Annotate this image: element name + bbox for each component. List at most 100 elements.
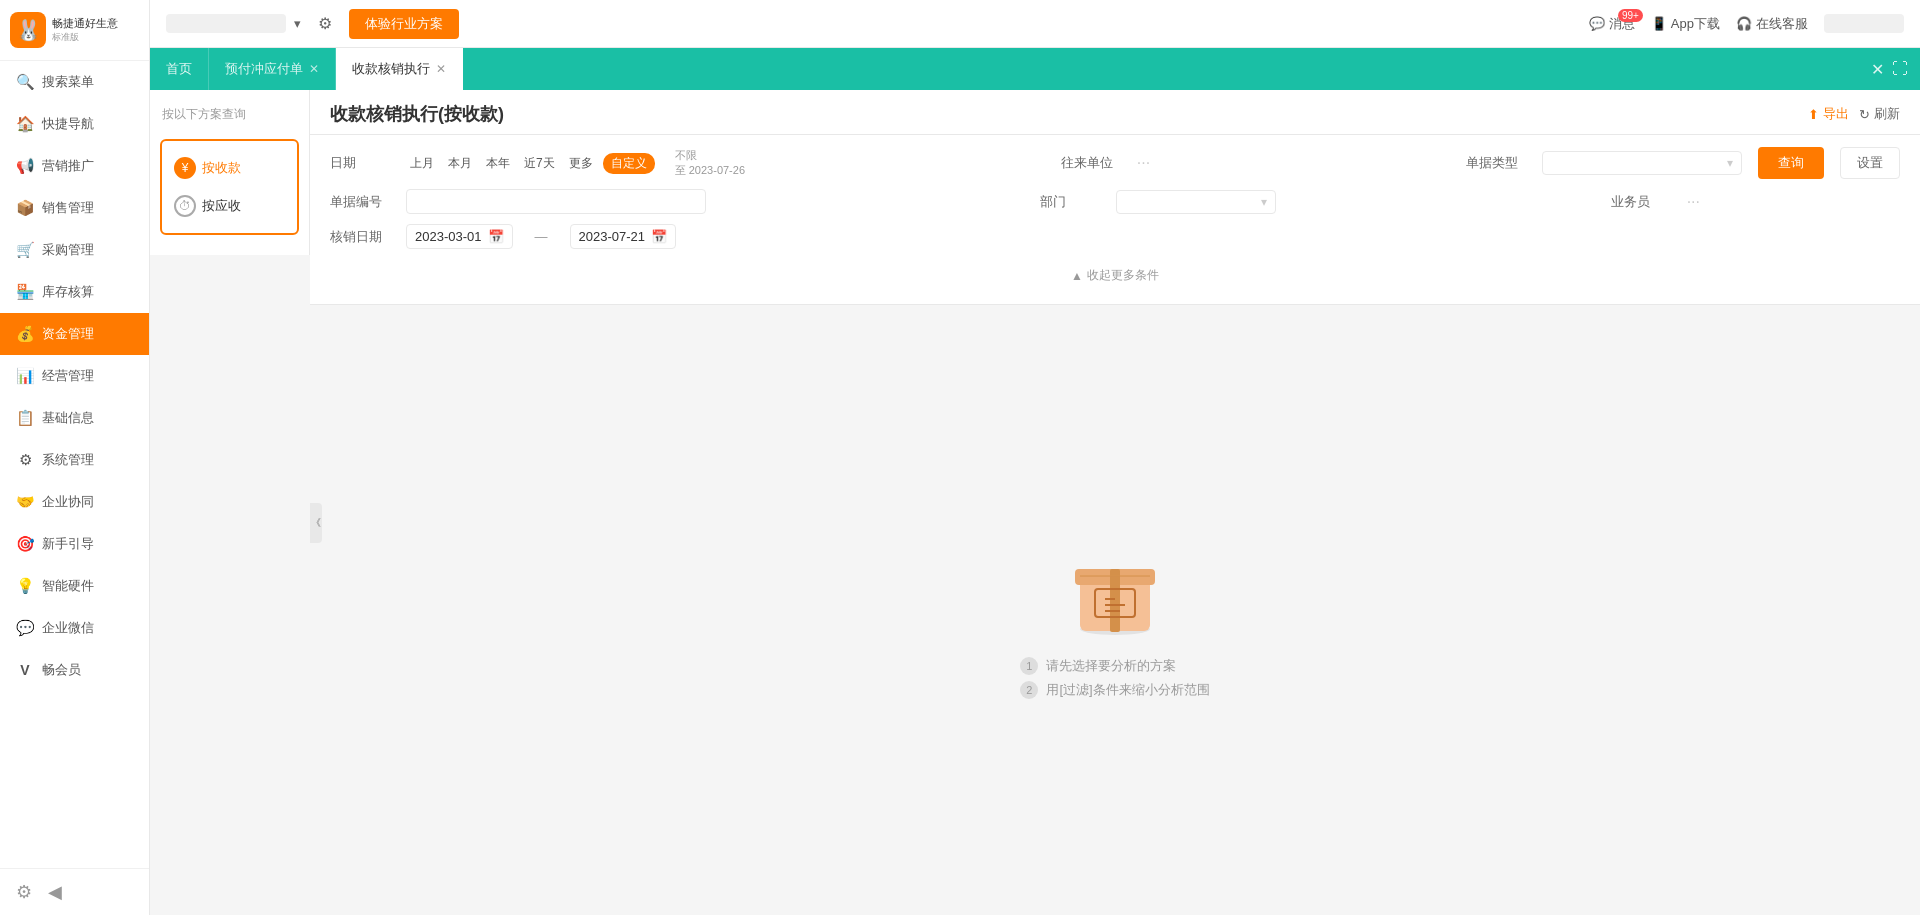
sidebar-item-purchase[interactable]: 🛒 采购管理: [0, 229, 149, 271]
date-to: 至 2023-07-26: [675, 163, 745, 178]
app-download-button[interactable]: 📱 App下载: [1651, 15, 1720, 33]
sales-icon: 📦: [16, 199, 34, 217]
sidebar-collapse-icon[interactable]: ◀: [48, 881, 62, 903]
sidebar-item-inventory[interactable]: 🏪 库存核算: [0, 271, 149, 313]
tab-close-receivable[interactable]: ✕: [436, 62, 446, 76]
sidebar-item-search-menu[interactable]: 🔍 搜索菜单: [0, 61, 149, 103]
filter-panel: 按以下方案查询 ¥ 按收款 ⏱ 按应收: [150, 90, 310, 255]
verify-date-start[interactable]: 2023-03-01 📅: [406, 224, 513, 249]
tab-close-prepay[interactable]: ✕: [309, 62, 319, 76]
receivable-icon: ⏱: [174, 195, 196, 217]
date-label: 日期: [330, 154, 390, 172]
settings-gear-button[interactable]: ⚙: [309, 8, 341, 40]
account-selector[interactable]: [166, 14, 286, 33]
sidebar-item-enterprise-collab[interactable]: 🤝 企业协同: [0, 481, 149, 523]
doc-no-input-wrapper[interactable]: [406, 189, 706, 214]
sidebar-item-sales[interactable]: 📦 销售管理: [0, 187, 149, 229]
sidebar-item-smart-hardware[interactable]: 💡 智能硬件: [0, 565, 149, 607]
date-more[interactable]: 更多: [565, 153, 597, 174]
date-7days[interactable]: 近7天: [520, 153, 559, 174]
query-button[interactable]: 查询: [1758, 147, 1824, 179]
sidebar-item-finance[interactable]: 💰 资金管理: [0, 313, 149, 355]
tab-receivable-offset[interactable]: 收款核销执行 ✕: [336, 48, 463, 90]
empty-state: 1 请先选择要分析的方案 2 用[过滤]条件来缩小分析范围: [310, 305, 1920, 915]
date-last-month[interactable]: 上月: [406, 153, 438, 174]
sidebar-item-basic-info[interactable]: 📋 基础信息: [0, 397, 149, 439]
inventory-icon: 🏪: [16, 283, 34, 301]
collapse-more-btn[interactable]: ▲ 收起更多条件: [330, 259, 1900, 292]
main-wrapper: ▾ ⚙ 体验行业方案 💬 消息 99+ 📱 App下载 🎧 在线客服 首: [150, 0, 1920, 915]
tab-home[interactable]: 首页: [150, 48, 209, 90]
empty-illustration: [1055, 521, 1175, 641]
settings-button[interactable]: 设置: [1840, 147, 1900, 179]
date-custom[interactable]: 自定义: [603, 153, 655, 174]
doc-no-input[interactable]: [415, 194, 697, 209]
quick-nav-icon: 🏠: [16, 115, 34, 133]
sidebar-item-vip-member[interactable]: V 畅会员: [0, 649, 149, 691]
system-icon: ⚙: [16, 451, 34, 469]
refresh-button[interactable]: ↻ 刷新: [1859, 105, 1900, 123]
counterparty-label: 往来单位: [1061, 154, 1121, 172]
sidebar-item-marketing[interactable]: 📢 营销推广: [0, 145, 149, 187]
filter-row-2: 单据编号 部门 ▾ 业务员 ···: [330, 189, 1900, 214]
page-title-row: 收款核销执行(按收款) ⬆ 导出 ↻ 刷新: [330, 102, 1900, 126]
tabbar: 首页 预付冲应付单 ✕ 收款核销执行 ✕ ✕ ⛶: [150, 48, 1920, 90]
sidebar-item-operations[interactable]: 📊 经营管理: [0, 355, 149, 397]
counterparty-dots[interactable]: ···: [1137, 154, 1150, 172]
salesperson-dots[interactable]: ···: [1687, 193, 1700, 211]
message-icon: 💬: [1589, 16, 1605, 31]
verify-date-end[interactable]: 2023-07-21 📅: [570, 224, 677, 249]
department-label: 部门: [1040, 193, 1100, 211]
filter-by-receivable[interactable]: ⏱ 按应收: [162, 187, 297, 225]
department-select[interactable]: ▾: [1116, 190, 1276, 214]
sidebar-nav: 🔍 搜索菜单 🏠 快捷导航 📢 营销推广 📦 销售管理 🛒 采购管理 🏪 库存核…: [0, 61, 149, 868]
page-title: 收款核销执行(按收款): [330, 102, 504, 126]
vip-member-icon: V: [16, 661, 34, 679]
date-this-month[interactable]: 本月: [444, 153, 476, 174]
sidebar-item-beginner-guide[interactable]: 🎯 新手引导: [0, 523, 149, 565]
tab-restore-icon[interactable]: ⛶: [1892, 60, 1908, 78]
account-dropdown-arrow[interactable]: ▾: [294, 16, 301, 31]
tab-prepay-conflict[interactable]: 预付冲应付单 ✕: [209, 48, 336, 90]
user-info[interactable]: [1824, 14, 1904, 33]
customer-service-button[interactable]: 🎧 在线客服: [1736, 15, 1808, 33]
search-form: 日期 上月 本月 本年 近7天 更多 自定义 不限 至 2023-07-26: [310, 135, 1920, 305]
doc-type-label: 单据类型: [1466, 154, 1526, 172]
page-header-actions: ⬆ 导出 ↻ 刷新: [1808, 105, 1900, 123]
tab-close-icon[interactable]: ✕: [1871, 60, 1884, 79]
enterprise-collab-icon: 🤝: [16, 493, 34, 511]
messages-badge: 99+: [1618, 9, 1643, 22]
sidebar-item-system[interactable]: ⚙ 系统管理: [0, 439, 149, 481]
beginner-guide-icon: 🎯: [16, 535, 34, 553]
purchase-icon: 🛒: [16, 241, 34, 259]
topbar-left: ▾ ⚙ 体验行业方案: [166, 8, 1577, 40]
collapse-icon: ▲: [1071, 269, 1083, 283]
salesperson-label: 业务员: [1611, 193, 1671, 211]
operations-icon: 📊: [16, 367, 34, 385]
sidebar-settings-icon[interactable]: ⚙: [16, 881, 32, 903]
sidebar-item-quick-nav[interactable]: 🏠 快捷导航: [0, 103, 149, 145]
empty-hint-1: 1 请先选择要分析的方案: [1020, 657, 1209, 675]
app-name: 畅捷通好生意: [52, 16, 118, 31]
industry-solution-button[interactable]: 体验行业方案: [349, 9, 459, 39]
main-area: 收款核销执行(按收款) ⬆ 导出 ↻ 刷新: [310, 90, 1920, 915]
service-icon: 🎧: [1736, 16, 1752, 31]
refresh-icon: ↻: [1859, 107, 1870, 122]
export-icon: ⬆: [1808, 107, 1819, 122]
sidebar-item-enterprise-wechat[interactable]: 💬 企业微信: [0, 607, 149, 649]
filter-row-1: 日期 上月 本月 本年 近7天 更多 自定义 不限 至 2023-07-26: [330, 147, 1900, 179]
filter-by-receipt[interactable]: ¥ 按收款: [162, 149, 297, 187]
chevron-down-icon: ▾: [294, 16, 301, 31]
calendar-icon-start: 📅: [488, 229, 504, 244]
date-no-limit: 不限: [675, 148, 745, 163]
messages-button[interactable]: 💬 消息 99+: [1589, 15, 1635, 33]
filter-section: ¥ 按收款 ⏱ 按应收: [160, 139, 299, 235]
topbar-right: 💬 消息 99+ 📱 App下载 🎧 在线客服: [1589, 14, 1904, 33]
document-type-select[interactable]: ▾: [1542, 151, 1742, 175]
date-this-year[interactable]: 本年: [482, 153, 514, 174]
empty-text: 1 请先选择要分析的方案 2 用[过滤]条件来缩小分析范围: [1020, 657, 1209, 699]
export-button[interactable]: ⬆ 导出: [1808, 105, 1849, 123]
app-icon: 📱: [1651, 16, 1667, 31]
verify-date-label: 核销日期: [330, 228, 390, 246]
filter-panel-toggle[interactable]: 《: [310, 503, 322, 543]
